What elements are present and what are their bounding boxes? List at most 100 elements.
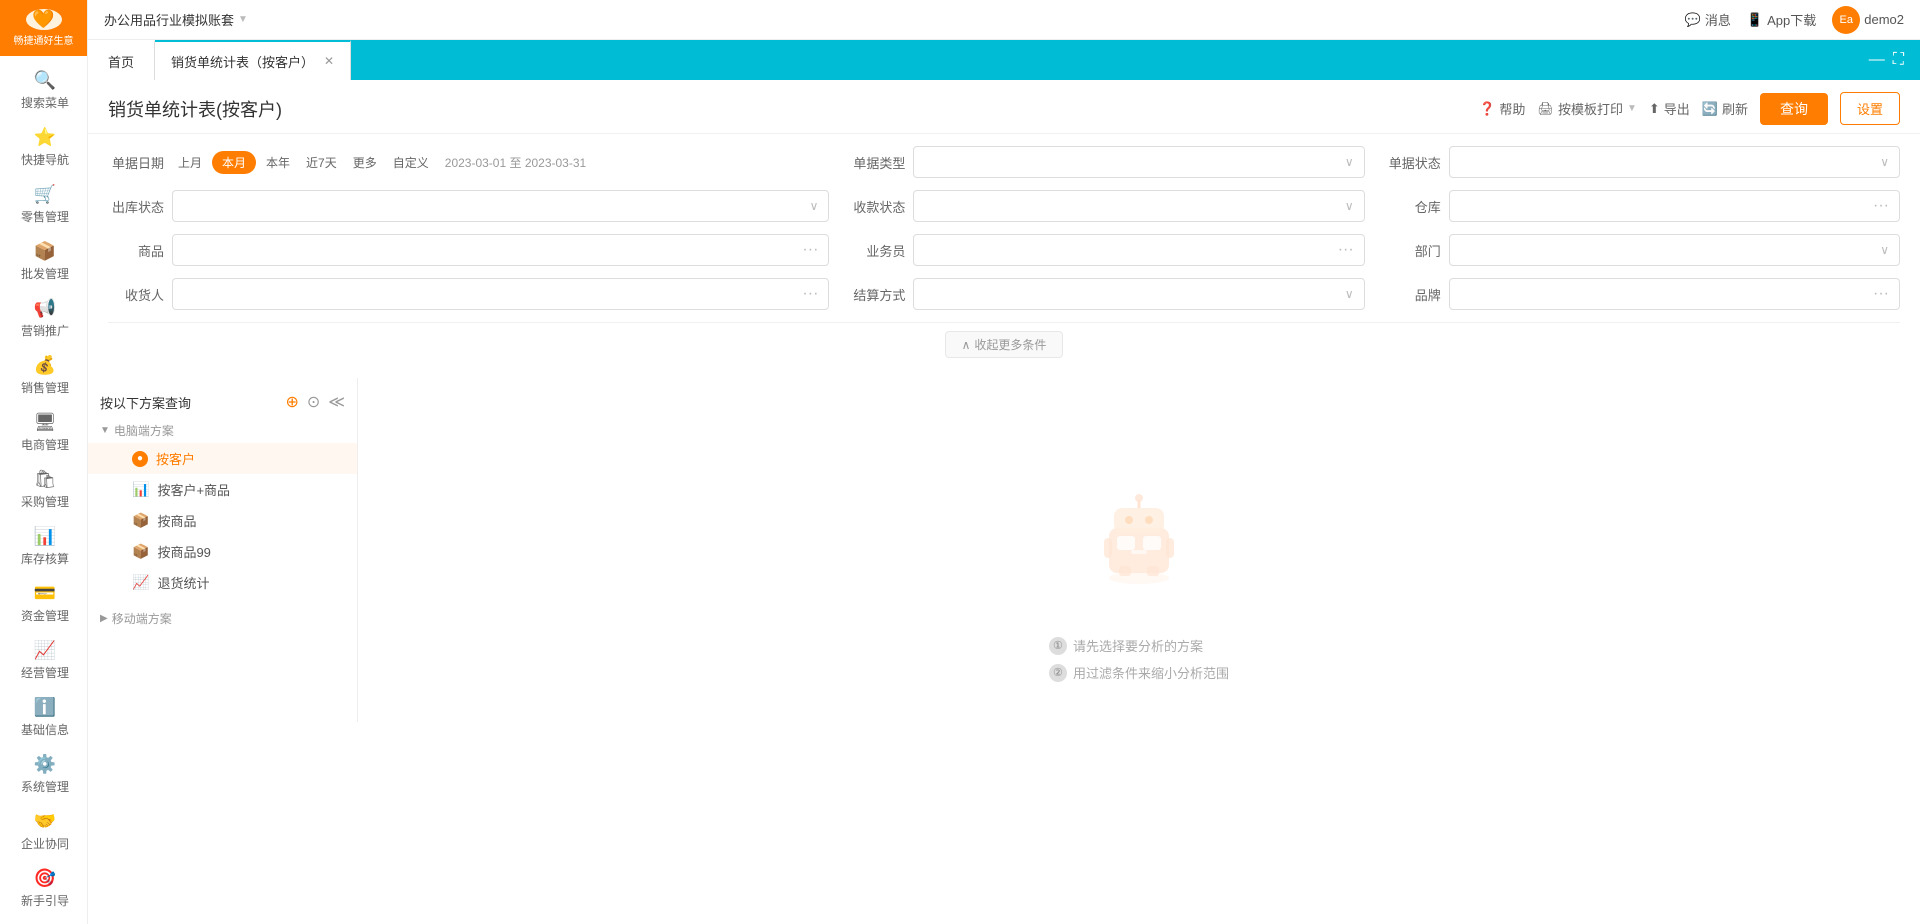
- brand-control[interactable]: ···: [1449, 278, 1900, 310]
- tree-item-return[interactable]: 📈 退货统计: [88, 567, 357, 598]
- sidebar-item-collab[interactable]: 🤝 企业协同: [0, 803, 87, 860]
- tab-minimize-icon[interactable]: —: [1869, 51, 1885, 69]
- sidebar-item-sales[interactable]: 💰 销售管理: [0, 347, 87, 404]
- message-icon: 💬: [1685, 12, 1701, 28]
- edit-plan-icon[interactable]: ⊙: [307, 392, 320, 412]
- sidebar-item-label: 新手引导: [21, 892, 69, 909]
- sidebar-item-purchase[interactable]: 🛍 采购管理: [0, 461, 87, 518]
- tab-maximize-icon[interactable]: ⛶: [1893, 51, 1904, 69]
- date-btn-this-year[interactable]: 本年: [260, 151, 296, 174]
- sidebar-item-label: 零售管理: [21, 208, 69, 225]
- help-icon: ❓: [1479, 101, 1495, 117]
- tree-item-goods99[interactable]: 📦 按商品99: [88, 536, 357, 567]
- box-icon: 📦: [34, 241, 56, 262]
- phone-icon: 📱: [1747, 12, 1763, 28]
- sidebar-item-system[interactable]: ⚙️ 系统管理: [0, 746, 87, 803]
- sidebar-item-shortcut[interactable]: ⭐ 快捷导航: [0, 119, 87, 176]
- tree-item-icon-r: 📈: [132, 574, 149, 591]
- app-download-btn[interactable]: 📱 App下载: [1747, 10, 1816, 29]
- money-icon: 💰: [34, 355, 56, 376]
- sidebar-item-apps[interactable]: 🔲 应用中心: [0, 917, 87, 924]
- sidebar: 🧡 畅捷通好生意 🔍 搜索菜单 ⭐ 快捷导航 🛒 零售管理 📦 批发管理 📢 营…: [0, 0, 88, 924]
- date-btn-last-month[interactable]: 上月: [172, 151, 208, 174]
- main-area: 办公用品行业模拟账套 ▼ 💬 消息 📱 App下载 Ea demo2: [88, 0, 1920, 924]
- bag-icon: 🛍: [34, 469, 57, 490]
- goods-control[interactable]: ···: [172, 234, 829, 266]
- sidebar-item-wholesale[interactable]: 📦 批发管理: [0, 233, 87, 290]
- goods-dots[interactable]: ···: [802, 241, 818, 259]
- date-buttons: 上月 本月 本年 近7天 更多 自定义: [172, 151, 435, 174]
- date-btn-this-month[interactable]: 本月: [212, 151, 256, 174]
- help-label: 帮助: [1499, 99, 1525, 118]
- tab-home[interactable]: 首页: [88, 40, 155, 80]
- tree-item-customer-goods[interactable]: 📊 按客户+商品: [88, 474, 357, 505]
- tree-item-icon-g99: 📦: [132, 543, 149, 560]
- refresh-btn[interactable]: 🔄 刷新: [1702, 99, 1748, 118]
- dept-label: 部门: [1385, 241, 1441, 260]
- user-area[interactable]: Ea demo2: [1832, 6, 1904, 34]
- sidebar-item-finance[interactable]: 💳 资金管理: [0, 575, 87, 632]
- sidebar-item-operation[interactable]: 📈 经营管理: [0, 632, 87, 689]
- collapse-panel-icon[interactable]: ≪: [328, 392, 345, 412]
- date-btn-more[interactable]: 更多: [347, 151, 383, 174]
- tree-item-goods-label: 按商品: [157, 511, 196, 530]
- tree-expand-icon[interactable]: ▼: [100, 425, 110, 436]
- sidebar-item-retail[interactable]: 🛒 零售管理: [0, 176, 87, 233]
- dept-control[interactable]: ∨: [1449, 234, 1900, 266]
- tab-bar: 首页 销货单统计表（按客户） ✕ — ⛶: [88, 40, 1920, 80]
- dept-chevron: ∨: [1880, 243, 1889, 257]
- export-label: 导出: [1664, 99, 1690, 118]
- settlement-control[interactable]: ∨: [913, 278, 1364, 310]
- tab-close-icon[interactable]: ✕: [324, 54, 334, 68]
- order-status-control[interactable]: ∨: [1449, 146, 1900, 178]
- tree-item-customer[interactable]: ● 按客户: [88, 443, 357, 474]
- page-content: 销货单统计表(按客户) ❓ 帮助 🖨 按模板打印 ▼ ⬆ 导出: [88, 80, 1920, 924]
- salesman-dots[interactable]: ···: [1338, 241, 1354, 259]
- date-btn-custom[interactable]: 自定义: [387, 151, 435, 174]
- page-actions: ❓ 帮助 🖨 按模板打印 ▼ ⬆ 导出 🔄 刷新: [1479, 99, 1748, 118]
- sidebar-item-label: 系统管理: [21, 778, 69, 795]
- stock-status-control[interactable]: ∨: [172, 190, 829, 222]
- salesman-control[interactable]: ···: [913, 234, 1364, 266]
- tree-group-desktop: ▼ 电脑端方案: [88, 418, 357, 443]
- filter-row-1: 单据日期 上月 本月 本年 近7天 更多 自定义 2023-03-01 至 20…: [108, 146, 1900, 178]
- collapse-button[interactable]: ∧ 收起更多条件: [945, 331, 1064, 358]
- warehouse-control[interactable]: ···: [1449, 190, 1900, 222]
- empty-icon: [1079, 478, 1199, 620]
- receiver-dots[interactable]: ···: [802, 285, 818, 303]
- receiver-control[interactable]: ···: [172, 278, 829, 310]
- sidebar-item-guide[interactable]: 🎯 新手引导: [0, 860, 87, 917]
- brand-dots[interactable]: ···: [1873, 285, 1889, 303]
- tab-home-label: 首页: [108, 52, 134, 71]
- sidebar-item-ecommerce[interactable]: 🖥 电商管理: [0, 404, 87, 461]
- sidebar-item-label: 资金管理: [21, 607, 69, 624]
- sidebar-item-marketing[interactable]: 📢 营销推广: [0, 290, 87, 347]
- sidebar-item-label: 基础信息: [21, 721, 69, 738]
- query-button[interactable]: 查询: [1760, 93, 1828, 125]
- order-type-control[interactable]: ∨: [913, 146, 1364, 178]
- sidebar-item-basic[interactable]: ℹ️ 基础信息: [0, 689, 87, 746]
- help-btn[interactable]: ❓ 帮助: [1479, 99, 1525, 118]
- export-btn[interactable]: ⬆ 导出: [1649, 99, 1690, 118]
- logo-area[interactable]: 🧡 畅捷通好生意: [0, 0, 87, 56]
- filter-date: 单据日期 上月 本月 本年 近7天 更多 自定义 2023-03-01 至 20…: [108, 151, 829, 174]
- tree-item-goods[interactable]: 📦 按商品: [88, 505, 357, 536]
- set-button[interactable]: 设置: [1840, 92, 1900, 125]
- print-btn[interactable]: 🖨 按模板打印 ▼: [1537, 99, 1636, 118]
- tree-expand-mobile-icon[interactable]: ▶: [100, 613, 108, 624]
- sidebar-item-label: 搜索菜单: [21, 94, 69, 111]
- sidebar-item-search[interactable]: 🔍 搜索菜单: [0, 62, 87, 119]
- breadcrumb-select[interactable]: 办公用品行业模拟账套 ▼: [104, 10, 248, 29]
- receiver-label: 收货人: [108, 285, 164, 304]
- goods-label: 商品: [108, 241, 164, 260]
- add-plan-icon[interactable]: ⊕: [285, 392, 298, 412]
- settlement-label: 结算方式: [849, 285, 905, 304]
- tab-sales-stat[interactable]: 销货单统计表（按客户） ✕: [155, 40, 351, 80]
- sidebar-item-inventory[interactable]: 📊 库存核算: [0, 518, 87, 575]
- order-status-chevron: ∨: [1880, 155, 1889, 169]
- breadcrumb-text: 办公用品行业模拟账套: [104, 10, 234, 29]
- warehouse-dots[interactable]: ···: [1873, 197, 1889, 215]
- payment-status-control[interactable]: ∨: [913, 190, 1364, 222]
- message-btn[interactable]: 💬 消息: [1685, 10, 1731, 29]
- date-btn-7days[interactable]: 近7天: [300, 151, 343, 174]
